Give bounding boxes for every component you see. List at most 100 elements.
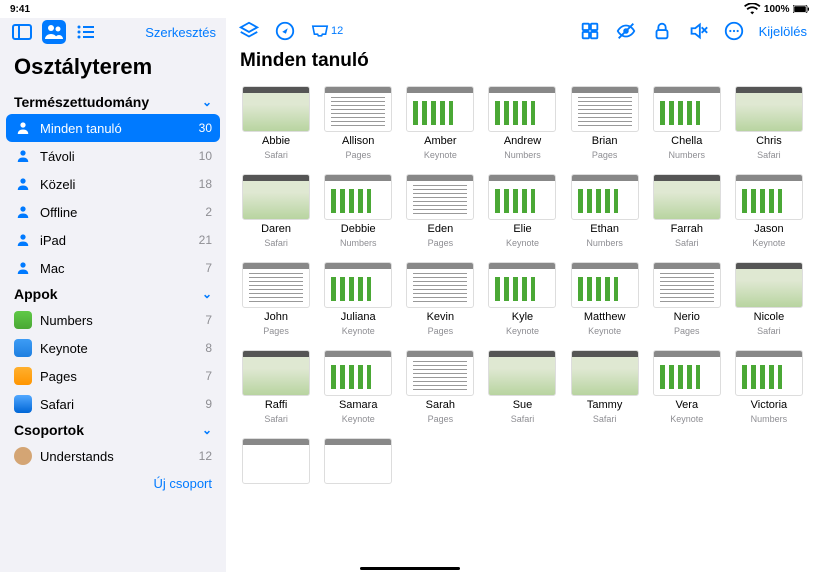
student-name: Sarah [426,399,455,411]
sidebar-item[interactable]: Keynote8 [0,334,226,362]
more-icon[interactable] [723,20,745,42]
student-thumb [324,174,392,220]
sidebar-item[interactable]: Mac7 [0,254,226,282]
chevron-down-icon: ⌄ [202,95,212,109]
select-button[interactable]: Kijelölés [759,24,807,39]
student-tile[interactable]: Elie Keynote [486,174,558,248]
student-thumb [324,438,392,484]
student-tile[interactable]: JasonKeynote [733,174,805,248]
inbox-icon [310,23,330,39]
student-tile[interactable]: Amber Keynote [404,86,476,160]
inbox-button[interactable]: 12 [310,23,343,39]
sidebar-item[interactable]: Közeli18 [0,170,226,198]
sidebar-item[interactable]: Minden tanuló30 [6,114,220,142]
student-name: Nerio [674,311,700,323]
student-tile[interactable]: EthanNumbers [569,174,641,248]
student-name: Eden [428,223,454,235]
student-tile[interactable]: VeraKeynote [651,350,723,424]
class-section-header[interactable]: Természettudomány ⌄ [0,90,226,114]
student-name: John [264,311,288,323]
student-tile[interactable]: AbbieSafari [240,86,312,160]
layers-icon[interactable] [238,20,260,42]
sidebar-item[interactable]: Offline2 [0,198,226,226]
student-tile[interactable]: KevinPages [404,262,476,336]
student-thumb [242,262,310,308]
student-tile[interactable]: SarahPages [404,350,476,424]
student-app: Keynote [424,150,457,160]
people-icon[interactable] [42,20,66,44]
student-tile[interactable]: KyleKeynote [486,262,558,336]
student-tile[interactable]: DarenSafari [240,174,312,248]
student-thumb [242,174,310,220]
grid-icon[interactable] [579,20,601,42]
student-thumb [324,86,392,132]
student-name: Matthew [584,311,626,323]
student-thumb [488,350,556,396]
student-tile[interactable]: VictoriaNumbers [733,350,805,424]
student-tile[interactable]: Nicole Safari [733,262,805,336]
student-name: Samara [339,399,378,411]
sidebar-toggle-icon[interactable] [10,20,34,44]
toolbar: 12 Kijelölés [238,18,807,48]
student-name: Elie [513,223,531,235]
student-tile[interactable]: AllisonPages [322,86,394,160]
student-tile[interactable]: JulianaKeynote [322,262,394,336]
student-tile[interactable]: DebbieNumbers [322,174,394,248]
student-thumb [488,174,556,220]
student-tile[interactable] [240,438,312,490]
sidebar-item[interactable]: iPad21 [0,226,226,254]
student-app: Keynote [506,238,539,248]
student-tile[interactable]: TammySafari [569,350,641,424]
mute-icon[interactable] [687,20,709,42]
student-tile[interactable]: ChrisSafari [733,86,805,160]
sidebar-item[interactable]: Pages7 [0,362,226,390]
battery-icon [793,5,810,13]
student-tile[interactable]: MatthewKeynote [569,262,641,336]
eye-hidden-icon[interactable] [615,20,637,42]
student-name: Debbie [341,223,376,235]
sidebar-item[interactable]: Understands12 [0,442,226,470]
student-name: Farrah [671,223,703,235]
apps-section-header[interactable]: Appok ⌄ [0,282,226,306]
edit-button[interactable]: Szerkesztés [145,25,216,40]
student-tile[interactable]: SamaraKeynote [322,350,394,424]
student-name: Amber [424,135,456,147]
list-icon[interactable] [74,20,98,44]
lock-icon[interactable] [651,20,673,42]
student-name: Victoria [751,399,787,411]
student-thumb [406,174,474,220]
student-tile[interactable]: Nerio Pages [651,262,723,336]
sidebar-item[interactable]: Távoli10 [0,142,226,170]
student-name: Brian [592,135,618,147]
student-thumb [571,86,639,132]
student-tile[interactable]: ChellaNumbers [651,86,723,160]
student-tile[interactable]: AndrewNumbers [486,86,558,160]
student-thumb [488,86,556,132]
student-name: Chella [671,135,702,147]
new-group-button[interactable]: Új csoport [0,470,226,497]
student-app: Pages [674,326,700,336]
sidebar-item[interactable]: Safari9 [0,390,226,418]
app-icon [14,395,32,413]
student-tile[interactable]: FarrahSafari [651,174,723,248]
student-thumb [242,86,310,132]
student-name: Kyle [512,311,533,323]
student-app: Safari [757,326,781,336]
app-icon [14,367,32,385]
student-thumb [735,86,803,132]
student-thumb [406,350,474,396]
student-tile[interactable]: BrianPages [569,86,641,160]
groups-section-header[interactable]: Csoportok ⌄ [0,418,226,442]
battery-text: 100% [764,4,790,15]
student-tile[interactable]: SueSafari [486,350,558,424]
compass-icon[interactable] [274,20,296,42]
sidebar-item[interactable]: Numbers7 [0,306,226,334]
person-icon [14,259,32,277]
student-app: Keynote [670,414,703,424]
student-tile[interactable]: JohnPages [240,262,312,336]
student-tile[interactable] [322,438,394,490]
student-name: Nicole [754,311,785,323]
student-tile[interactable]: RaffiSafari [240,350,312,424]
student-thumb [653,174,721,220]
student-tile[interactable]: EdenPages [404,174,476,248]
